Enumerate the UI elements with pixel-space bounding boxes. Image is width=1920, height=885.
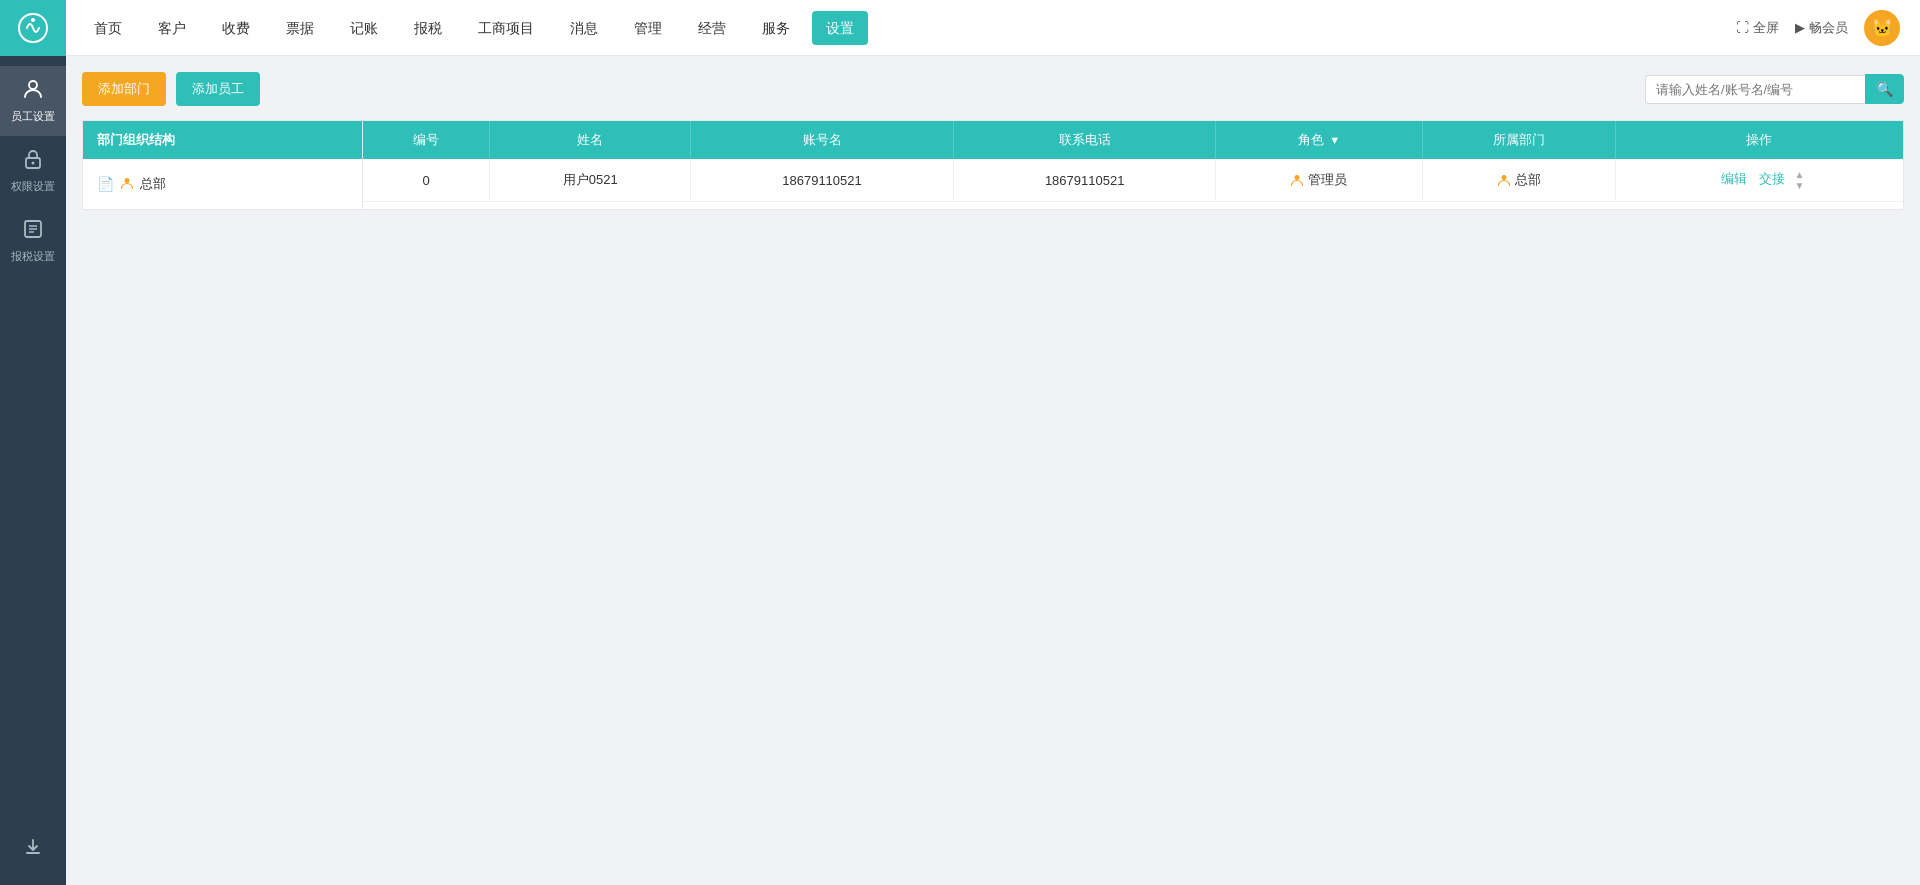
table-panel: 编号 姓名 账号名 联系电话 角色 ▼ 所属部门 操作 bbox=[363, 121, 1903, 209]
search-button[interactable]: 🔍 bbox=[1865, 74, 1904, 104]
svg-point-11 bbox=[1501, 175, 1506, 180]
nav-right-section: ⛶ 全屏 ▶ 畅会员 🐱 bbox=[1736, 10, 1920, 46]
col-header-phone: 联系电话 bbox=[953, 121, 1216, 159]
nav-items-list: 首页 客户 收费 票据 记账 报税 工商项目 消息 管理 经营 服务 设置 bbox=[66, 0, 1736, 55]
tree-item-label: 总部 bbox=[140, 175, 166, 193]
dept-badge: 总部 bbox=[1497, 171, 1541, 189]
tree-body: 📄 总部 bbox=[83, 159, 362, 209]
scroll-arrows[interactable]: ▲ ▼ bbox=[1795, 169, 1805, 191]
main-content: 添加部门 添加员工 🔍 部门组织结构 📄 bbox=[66, 56, 1920, 885]
svg-point-9 bbox=[125, 178, 130, 183]
sidebar: 员工设置 权限设置 报税设置 bbox=[0, 56, 66, 885]
tree-panel: 部门组织结构 📄 总部 bbox=[83, 121, 363, 209]
permission-icon bbox=[22, 148, 44, 175]
download-icon bbox=[22, 836, 44, 863]
col-header-name: 姓名 bbox=[490, 121, 691, 159]
member-button[interactable]: ▶ 畅会员 bbox=[1795, 19, 1848, 37]
top-navigation: 首页 客户 收费 票据 记账 报税 工商项目 消息 管理 经营 服务 设置 ⛶ … bbox=[0, 0, 1920, 56]
add-dept-button[interactable]: 添加部门 bbox=[82, 72, 166, 106]
sidebar-item-permission-label: 权限设置 bbox=[11, 179, 55, 194]
fullscreen-button[interactable]: ⛶ 全屏 bbox=[1736, 19, 1779, 37]
action-交接[interactable]: 交接 bbox=[1759, 171, 1785, 186]
table-header-row: 编号 姓名 账号名 联系电话 角色 ▼ 所属部门 操作 bbox=[363, 121, 1903, 159]
dept-icon bbox=[1497, 173, 1511, 187]
fullscreen-icon: ⛶ bbox=[1736, 20, 1749, 35]
main-layout: 员工设置 权限设置 报税设置 bbox=[0, 56, 1920, 885]
tree-item-person-icon bbox=[120, 176, 134, 193]
employee-icon bbox=[22, 78, 44, 105]
sidebar-item-download[interactable] bbox=[0, 824, 66, 875]
col-header-role[interactable]: 角色 ▼ bbox=[1216, 121, 1422, 159]
avatar[interactable]: 🐱 bbox=[1864, 10, 1900, 46]
nav-item-accounting[interactable]: 记账 bbox=[332, 0, 396, 56]
sidebar-item-employee[interactable]: 员工设置 bbox=[0, 66, 66, 136]
svg-rect-8 bbox=[26, 852, 40, 854]
search-input[interactable] bbox=[1645, 75, 1865, 104]
action-bar: 添加部门 添加员工 🔍 bbox=[82, 72, 1904, 106]
col-header-dept: 所属部门 bbox=[1422, 121, 1615, 159]
cell-actions: 编辑交接 ▲ ▼ bbox=[1615, 159, 1903, 202]
sidebar-item-permission[interactable]: 权限设置 bbox=[0, 136, 66, 206]
nav-item-service[interactable]: 服务 bbox=[744, 0, 808, 56]
nav-item-tax[interactable]: 报税 bbox=[396, 0, 460, 56]
col-header-action: 操作 bbox=[1615, 121, 1903, 159]
nav-item-fee[interactable]: 收费 bbox=[204, 0, 268, 56]
svg-point-10 bbox=[1295, 175, 1300, 180]
action-编辑[interactable]: 编辑 bbox=[1721, 171, 1747, 186]
cell-id: 0 bbox=[363, 159, 490, 202]
nav-item-operation[interactable]: 经营 bbox=[680, 0, 744, 56]
svg-point-3 bbox=[32, 162, 35, 165]
content-area: 部门组织结构 📄 总部 bbox=[82, 120, 1904, 210]
cell-name: 用户0521 bbox=[490, 159, 691, 202]
sidebar-item-employee-label: 员工设置 bbox=[11, 109, 55, 124]
cell-role: 管理员 bbox=[1216, 159, 1422, 202]
nav-item-bills[interactable]: 票据 bbox=[268, 0, 332, 56]
tree-panel-header: 部门组织结构 bbox=[83, 121, 362, 159]
table-row: 0用户05211867911052118679110521 管理员 总部 编辑交… bbox=[363, 159, 1903, 202]
member-label: 畅会员 bbox=[1809, 19, 1848, 37]
sidebar-item-taxsettings-label: 报税设置 bbox=[11, 249, 55, 264]
avatar-icon: 🐱 bbox=[1871, 17, 1893, 39]
svg-point-0 bbox=[31, 18, 35, 22]
taxsettings-icon bbox=[22, 218, 44, 245]
col-header-id: 编号 bbox=[363, 121, 490, 159]
search-bar: 🔍 bbox=[1645, 74, 1904, 104]
nav-item-customer[interactable]: 客户 bbox=[140, 0, 204, 56]
tree-item-root[interactable]: 📄 总部 bbox=[83, 167, 362, 201]
fullscreen-label: 全屏 bbox=[1753, 19, 1779, 37]
svg-point-1 bbox=[29, 81, 37, 89]
nav-item-message[interactable]: 消息 bbox=[552, 0, 616, 56]
cell-account: 18679110521 bbox=[691, 159, 954, 202]
nav-item-manage[interactable]: 管理 bbox=[616, 0, 680, 56]
scroll-down-arrow[interactable]: ▼ bbox=[1795, 180, 1805, 191]
add-employee-button[interactable]: 添加员工 bbox=[176, 72, 260, 106]
sidebar-item-taxsettings[interactable]: 报税设置 bbox=[0, 206, 66, 276]
tree-item-file-icon: 📄 bbox=[97, 176, 114, 192]
nav-item-home[interactable]: 首页 bbox=[76, 0, 140, 56]
app-logo[interactable] bbox=[0, 0, 66, 56]
nav-item-settings[interactable]: 设置 bbox=[812, 11, 868, 45]
employee-table: 编号 姓名 账号名 联系电话 角色 ▼ 所属部门 操作 bbox=[363, 121, 1903, 202]
role-icon bbox=[1290, 173, 1304, 187]
scroll-up-arrow[interactable]: ▲ bbox=[1795, 169, 1805, 180]
search-icon: 🔍 bbox=[1876, 81, 1893, 97]
cell-dept: 总部 bbox=[1422, 159, 1615, 202]
member-icon: ▶ bbox=[1795, 20, 1805, 35]
role-badge: 管理员 bbox=[1290, 171, 1347, 189]
role-filter-icon[interactable]: ▼ bbox=[1329, 134, 1340, 146]
col-header-account: 账号名 bbox=[691, 121, 954, 159]
nav-item-bizproject[interactable]: 工商项目 bbox=[460, 0, 552, 56]
cell-phone: 18679110521 bbox=[953, 159, 1216, 202]
